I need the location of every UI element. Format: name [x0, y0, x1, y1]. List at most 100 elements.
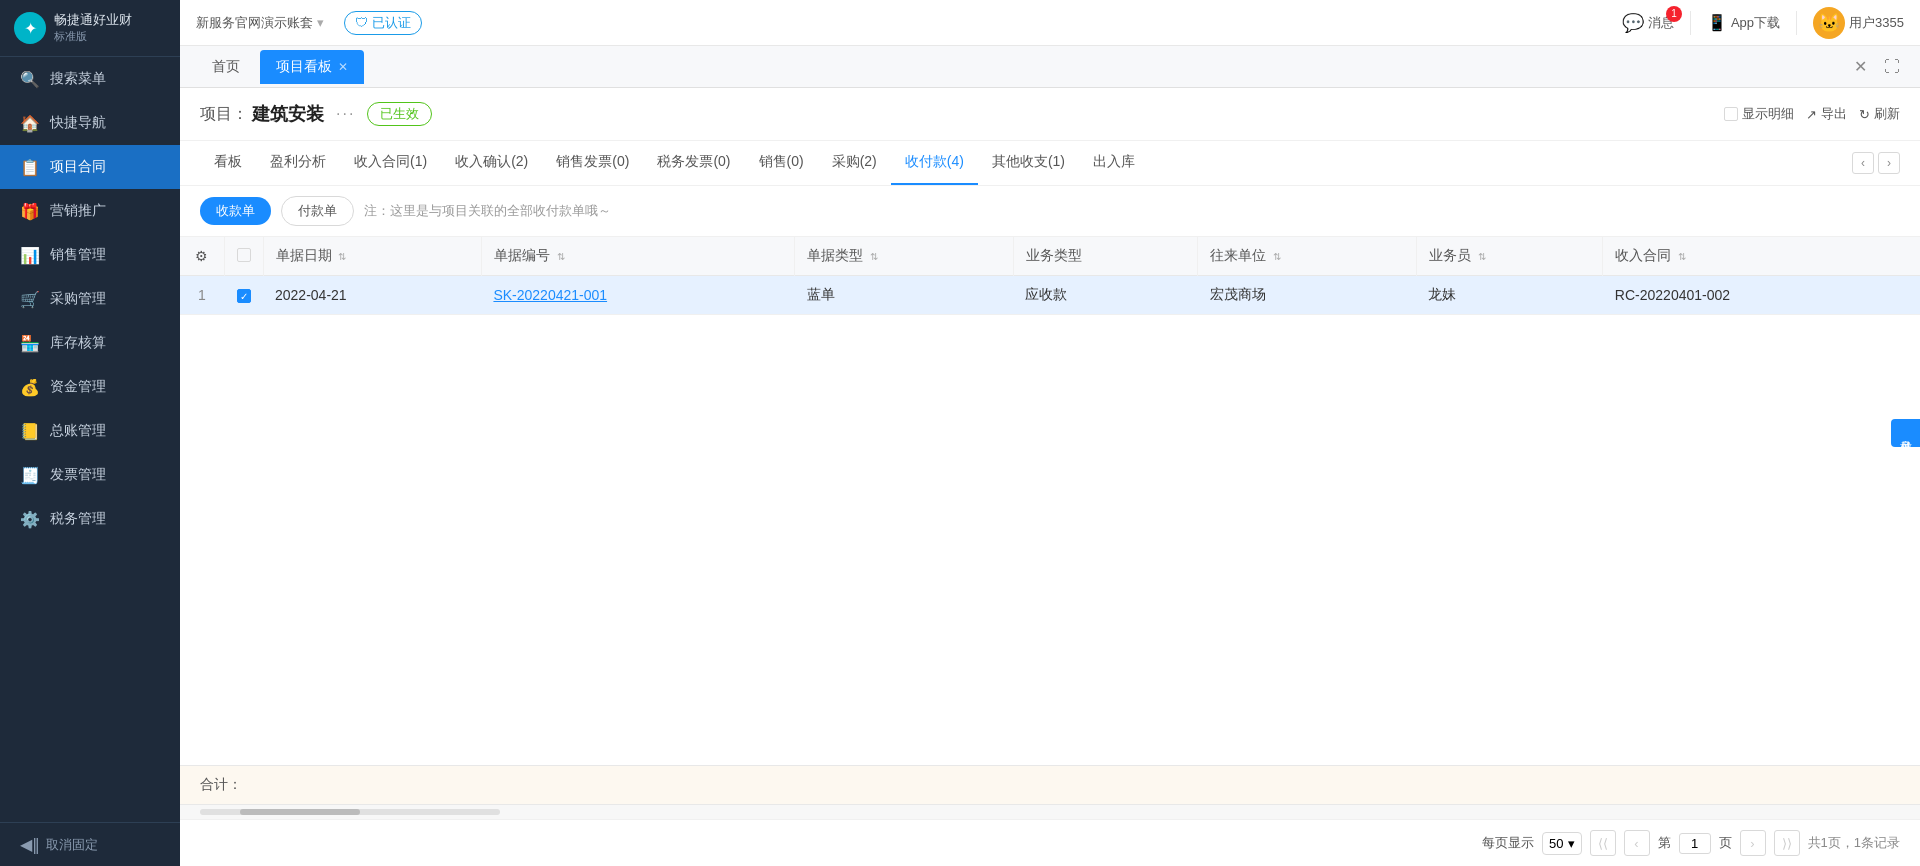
search-icon: 🔍	[20, 69, 40, 89]
prev-page-button[interactable]: ‹	[1624, 830, 1650, 856]
tab-bar: 首页 项目看板 ✕ ✕ ⛶	[180, 46, 1920, 88]
col-setting[interactable]: ⚙	[180, 237, 224, 276]
sidebar-item-quick-nav[interactable]: 🏠 快捷导航	[0, 101, 180, 145]
sidebar-item-tax[interactable]: ⚙️ 税务管理	[0, 497, 180, 541]
status-badge: 已生效	[367, 102, 432, 126]
top-right-actions: 💬 消息 1 📱 App下载 🐱 用户3355	[1622, 7, 1904, 39]
payment-filter-button[interactable]: 付款单	[281, 196, 354, 226]
unpin-icon: ◀‖	[20, 835, 40, 854]
project-more-icon[interactable]: ···	[336, 105, 355, 123]
sidebar-item-finance[interactable]: 💰 资金管理	[0, 365, 180, 409]
sub-tab-income-confirm[interactable]: 收入确认(2)	[441, 141, 542, 185]
sub-tab-income-confirm-label: 收入确认(2)	[455, 153, 528, 169]
refresh-label: 刷新	[1874, 105, 1900, 123]
horizontal-scrollbar[interactable]	[200, 809, 500, 815]
sub-tab-sales-invoice[interactable]: 销售发票(0)	[542, 141, 643, 185]
sidebar-logo: ✦ 畅捷通好业财 标准版	[0, 0, 180, 57]
sidebar: ✦ 畅捷通好业财 标准版 🔍 搜索菜单 🏠 快捷导航 📋 项目合同 🎁 营销推广…	[0, 0, 180, 866]
sidebar-item-inventory[interactable]: 🏪 库存核算	[0, 321, 180, 365]
col-date[interactable]: 单据日期 ⇅	[263, 237, 481, 276]
sidebar-item-label: 资金管理	[50, 378, 106, 396]
sort-icon-partner: ⇅	[1273, 251, 1281, 262]
logo-icon: ✦	[14, 12, 46, 44]
sub-tab-tax-invoice[interactable]: 税务发票(0)	[643, 141, 744, 185]
tab-project-board[interactable]: 项目看板 ✕	[260, 50, 364, 84]
sub-tab-stock-in-out[interactable]: 出入库	[1079, 141, 1149, 185]
sub-tab-kanban[interactable]: 看板	[200, 141, 256, 185]
row-number-link[interactable]: SK-20220421-001	[493, 287, 607, 303]
col-income-contract-label: 收入合同	[1615, 247, 1671, 263]
sidebar-item-label: 发票管理	[50, 466, 106, 484]
sidebar-item-purchase[interactable]: 🛒 采购管理	[0, 277, 180, 321]
header-checkbox[interactable]	[237, 248, 251, 262]
project-header: 项目： 建筑安装 ··· 已生效 显示明细 ↗ 导出 ↻ 刷新	[180, 88, 1920, 141]
feedback-button[interactable]: 意见反馈	[1891, 419, 1920, 447]
export-action[interactable]: ↗ 导出	[1806, 105, 1847, 123]
messages-button[interactable]: 💬 消息 1	[1622, 12, 1674, 34]
col-partner[interactable]: 往来单位 ⇅	[1198, 237, 1416, 276]
receipt-filter-button[interactable]: 收款单	[200, 197, 271, 225]
sort-icon-date: ⇅	[338, 251, 346, 262]
table-row[interactable]: 1 ✓ 2022-04-21 SK-20220421-001 蓝单 应收款 宏茂	[180, 276, 1920, 315]
sub-tab-income-contract[interactable]: 收入合同(1)	[340, 141, 441, 185]
tab-close-icon[interactable]: ✕	[338, 60, 348, 74]
show-detail-checkbox[interactable]	[1724, 107, 1738, 121]
sidebar-item-label: 项目合同	[50, 158, 106, 176]
row-income-contract: RC-20220401-002	[1603, 276, 1920, 315]
user-label: 用户3355	[1849, 14, 1904, 32]
maximize-window-button[interactable]: ⛶	[1880, 55, 1904, 79]
user-menu[interactable]: 🐱 用户3355	[1813, 7, 1904, 39]
row-checkbox[interactable]: ✓	[237, 289, 251, 303]
messages-badge: 1	[1666, 6, 1682, 22]
refresh-action[interactable]: ↻ 刷新	[1859, 105, 1900, 123]
home-icon: 🏠	[20, 113, 40, 133]
sidebar-item-marketing[interactable]: 🎁 营销推广	[0, 189, 180, 233]
show-detail-action[interactable]: 显示明细	[1724, 105, 1794, 123]
sub-tabs: 看板 盈利分析 收入合同(1) 收入确认(2) 销售发票(0) 税务发票(0) …	[180, 141, 1920, 186]
sub-tab-receipts[interactable]: 收付款(4)	[891, 141, 978, 185]
col-number[interactable]: 单据编号 ⇅	[481, 237, 795, 276]
footer-label: 合计：	[200, 776, 242, 794]
top-header: 新服务官网演示账套 ▾ 🛡 已认证 💬 消息 1 📱 App下载 🐱	[180, 0, 1920, 46]
close-window-button[interactable]: ✕	[1848, 55, 1872, 79]
sort-icon-number: ⇅	[557, 251, 565, 262]
ledger-icon: 📒	[20, 421, 40, 441]
scrollbar-thumb[interactable]	[240, 809, 360, 815]
page-size-select[interactable]: 50 ▾	[1542, 832, 1581, 855]
col-salesperson[interactable]: 业务员 ⇅	[1416, 237, 1603, 276]
sub-tab-profit[interactable]: 盈利分析	[256, 141, 340, 185]
sidebar-item-project-contract[interactable]: 📋 项目合同	[0, 145, 180, 189]
sub-tab-sales[interactable]: 销售(0)	[745, 141, 818, 185]
logo-title: 畅捷通好业财	[54, 12, 132, 29]
sidebar-item-sales[interactable]: 📊 销售管理	[0, 233, 180, 277]
sidebar-item-ledger[interactable]: 📒 总账管理	[0, 409, 180, 453]
shield-icon: 🛡	[355, 15, 368, 30]
sub-tab-purchase[interactable]: 采购(2)	[818, 141, 891, 185]
app-download-label: App下载	[1731, 14, 1780, 32]
tab-home[interactable]: 首页	[196, 50, 256, 84]
sidebar-item-search[interactable]: 🔍 搜索菜单	[0, 57, 180, 101]
sub-tab-other-expense[interactable]: 其他收支(1)	[978, 141, 1079, 185]
project-name: 建筑安装	[252, 102, 324, 126]
row-checkbox-cell[interactable]: ✓	[224, 276, 263, 315]
phone-icon: 📱	[1707, 13, 1727, 32]
page-number-input[interactable]	[1679, 833, 1711, 854]
filter-bar: 收款单 付款单 注：这里是与项目关联的全部收付款单哦～	[180, 186, 1920, 237]
row-number[interactable]: SK-20220421-001	[481, 276, 795, 315]
col-income-contract[interactable]: 收入合同 ⇅	[1603, 237, 1920, 276]
account-selector[interactable]: 新服务官网演示账套 ▾	[196, 14, 328, 32]
last-page-button[interactable]: ⟩⟩	[1774, 830, 1800, 856]
account-name: 新服务官网演示账套	[196, 14, 313, 32]
sub-tab-prev-arrow[interactable]: ‹	[1852, 152, 1874, 174]
next-page-button[interactable]: ›	[1740, 830, 1766, 856]
app-download-button[interactable]: 📱 App下载	[1707, 13, 1780, 32]
sidebar-item-label: 采购管理	[50, 290, 106, 308]
sub-tab-next-arrow[interactable]: ›	[1878, 152, 1900, 174]
first-page-button[interactable]: ⟨⟨	[1590, 830, 1616, 856]
col-type[interactable]: 单据类型 ⇅	[795, 237, 1013, 276]
warehouse-icon: 🏪	[20, 333, 40, 353]
project-actions: 显示明细 ↗ 导出 ↻ 刷新	[1724, 105, 1900, 123]
col-number-label: 单据编号	[494, 247, 550, 263]
sidebar-item-invoice[interactable]: 🧾 发票管理	[0, 453, 180, 497]
unpin-button[interactable]: ◀‖ 取消固定	[0, 822, 180, 866]
